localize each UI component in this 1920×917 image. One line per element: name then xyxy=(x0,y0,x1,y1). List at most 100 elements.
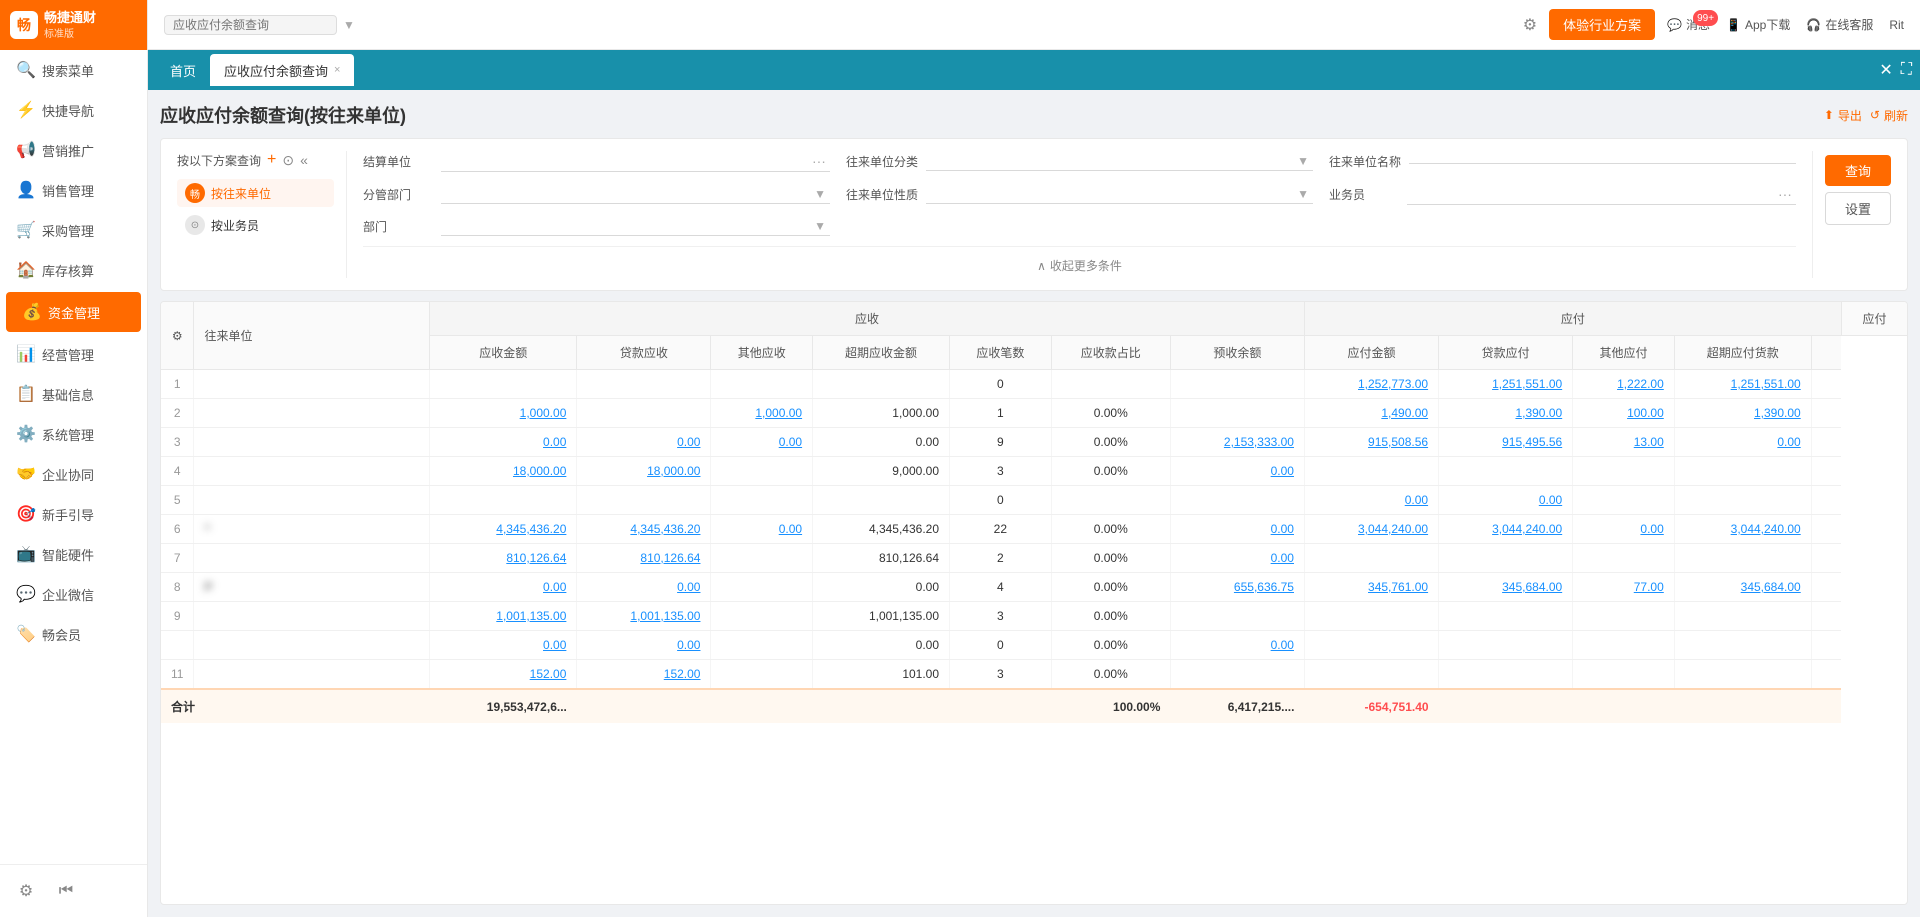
row-ap-amount[interactable] xyxy=(1304,660,1438,690)
row-ap-loan[interactable] xyxy=(1439,660,1573,690)
row-ar-amount[interactable]: 1,001,135.00 xyxy=(430,602,577,631)
sidebar-item-finance[interactable]: 💰 资金管理 xyxy=(6,292,141,332)
filter-by-salesman[interactable]: ⊙ 按业务员 xyxy=(177,211,334,239)
salesman-input[interactable]: ··· xyxy=(1407,184,1796,205)
row-ap-loan[interactable]: 0.00 xyxy=(1439,486,1573,515)
row-ar-amount[interactable]: 810,126.64 xyxy=(430,544,577,573)
row-ap-amount[interactable]: 345,761.00 xyxy=(1304,573,1438,602)
row-ar-other[interactable] xyxy=(711,486,813,515)
sidebar-item-corp[interactable]: 🤝 企业协同 xyxy=(0,454,147,494)
row-ap-other[interactable] xyxy=(1573,486,1675,515)
row-ap-loan[interactable]: 1,251,551.00 xyxy=(1439,370,1573,399)
row-ap-amount[interactable] xyxy=(1304,631,1438,660)
row-ap-amount[interactable]: 0.00 xyxy=(1304,486,1438,515)
row-ar-other[interactable]: 0.00 xyxy=(711,515,813,544)
row-ar-prepaid[interactable]: 655,636.75 xyxy=(1170,573,1304,602)
settings-col-header[interactable]: ⚙ xyxy=(161,302,194,370)
promo-button[interactable]: 体验行业方案 xyxy=(1549,9,1655,40)
filter-by-unit[interactable]: 畅 按往来单位 xyxy=(177,179,334,207)
row-ap-loan[interactable]: 915,495.56 xyxy=(1439,428,1573,457)
row-ar-loan[interactable]: 810,126.64 xyxy=(577,544,711,573)
row-ar-amount[interactable]: 4,345,436.20 xyxy=(430,515,577,544)
row-ar-amount[interactable]: 152.00 xyxy=(430,660,577,690)
row-ar-amount[interactable]: 0.00 xyxy=(430,428,577,457)
sidebar-item-wechat[interactable]: 💬 企业微信 xyxy=(0,574,147,614)
row-ap-other[interactable]: 13.00 xyxy=(1573,428,1675,457)
app-download-button[interactable]: 📱 App下载 xyxy=(1726,16,1790,33)
topbar-gear-icon[interactable]: ⚙ xyxy=(1523,15,1537,35)
row-ap-overdue[interactable] xyxy=(1674,457,1811,486)
message-button[interactable]: 💬 消息 99+ xyxy=(1667,16,1710,33)
row-ar-other[interactable] xyxy=(711,660,813,690)
row-ap-amount[interactable] xyxy=(1304,457,1438,486)
row-ar-amount[interactable]: 1,000.00 xyxy=(430,399,577,428)
sidebar-item-quick[interactable]: ⚡ 快捷导航 xyxy=(0,90,147,130)
sidebar-item-sales[interactable]: 👤 销售管理 xyxy=(0,170,147,210)
row-ar-prepaid[interactable] xyxy=(1170,660,1304,690)
row-ar-other[interactable] xyxy=(711,602,813,631)
row-ar-prepaid[interactable]: 0.00 xyxy=(1170,544,1304,573)
row-ar-other[interactable]: 1,000.00 xyxy=(711,399,813,428)
row-ar-prepaid[interactable] xyxy=(1170,370,1304,399)
row-ap-amount[interactable]: 915,508.56 xyxy=(1304,428,1438,457)
row-ar-loan[interactable] xyxy=(577,370,711,399)
row-ap-overdue[interactable] xyxy=(1674,660,1811,690)
row-ap-other[interactable] xyxy=(1573,602,1675,631)
sidebar-item-basic[interactable]: 📋 基础信息 xyxy=(0,374,147,414)
row-ar-prepaid[interactable]: 0.00 xyxy=(1170,515,1304,544)
row-ap-overdue[interactable]: 1,251,551.00 xyxy=(1674,370,1811,399)
row-ap-overdue[interactable]: 0.00 xyxy=(1674,428,1811,457)
row-ap-overdue[interactable] xyxy=(1674,631,1811,660)
row-ar-prepaid[interactable] xyxy=(1170,602,1304,631)
row-ar-prepaid[interactable]: 0.00 xyxy=(1170,631,1304,660)
row-ar-loan[interactable]: 4,345,436.20 xyxy=(577,515,711,544)
row-ap-overdue[interactable]: 3,044,240.00 xyxy=(1674,515,1811,544)
row-ap-amount[interactable] xyxy=(1304,544,1438,573)
row-ar-other[interactable] xyxy=(711,370,813,399)
row-ap-overdue[interactable] xyxy=(1674,544,1811,573)
row-ap-amount[interactable]: 1,252,773.00 xyxy=(1304,370,1438,399)
sidebar-item-inventory[interactable]: 🏠 库存核算 xyxy=(0,250,147,290)
total-ar-amount[interactable]: 19,553,472,6... xyxy=(430,689,577,723)
row-ap-other[interactable] xyxy=(1573,631,1675,660)
refresh-button[interactable]: ↺ 刷新 xyxy=(1870,107,1908,124)
row-ar-other[interactable] xyxy=(711,631,813,660)
row-ar-other[interactable] xyxy=(711,544,813,573)
total-ar-prepaid[interactable]: 6,417,215.... xyxy=(1170,689,1304,723)
sidebar-item-search[interactable]: 🔍 搜索菜单 xyxy=(0,50,147,90)
row-ap-amount[interactable]: 3,044,240.00 xyxy=(1304,515,1438,544)
tab-home[interactable]: 首页 xyxy=(156,54,210,86)
sidebar-settings-button[interactable]: ⚙ xyxy=(10,875,42,907)
row-ap-other[interactable]: 77.00 xyxy=(1573,573,1675,602)
row-ap-loan[interactable]: 345,684.00 xyxy=(1439,573,1573,602)
row-ap-loan[interactable]: 1,390.00 xyxy=(1439,399,1573,428)
row-ar-prepaid[interactable] xyxy=(1170,399,1304,428)
unit-nature-input[interactable]: ▼ xyxy=(926,185,1313,204)
row-ap-overdue[interactable]: 1,390.00 xyxy=(1674,399,1811,428)
breadcrumb-input[interactable] xyxy=(164,15,337,35)
sidebar-item-purchase[interactable]: 🛒 采购管理 xyxy=(0,210,147,250)
query-button[interactable]: 查询 xyxy=(1825,155,1891,186)
row-ar-loan[interactable] xyxy=(577,399,711,428)
row-ap-other[interactable]: 0.00 xyxy=(1573,515,1675,544)
row-ar-loan[interactable]: 152.00 xyxy=(577,660,711,690)
dept-input[interactable]: ▼ xyxy=(441,217,830,236)
row-ar-amount[interactable]: 18,000.00 xyxy=(430,457,577,486)
row-ap-overdue[interactable]: 345,684.00 xyxy=(1674,573,1811,602)
row-ar-amount[interactable]: 0.00 xyxy=(430,573,577,602)
user-menu[interactable]: Rit xyxy=(1889,18,1904,32)
row-ar-amount[interactable] xyxy=(430,486,577,515)
row-ap-loan[interactable]: 3,044,240.00 xyxy=(1439,515,1573,544)
row-ar-other[interactable]: 0.00 xyxy=(711,428,813,457)
filter-collapse-icon[interactable]: « xyxy=(300,152,308,168)
row-ar-amount[interactable] xyxy=(430,370,577,399)
sidebar-item-management[interactable]: 📊 经营管理 xyxy=(0,334,147,374)
row-ar-loan[interactable] xyxy=(577,486,711,515)
row-ap-overdue[interactable] xyxy=(1674,602,1811,631)
row-ap-loan[interactable] xyxy=(1439,631,1573,660)
row-ap-other[interactable]: 100.00 xyxy=(1573,399,1675,428)
row-ar-loan[interactable]: 0.00 xyxy=(577,428,711,457)
row-ar-loan[interactable]: 18,000.00 xyxy=(577,457,711,486)
sidebar-item-hardware[interactable]: 📺 智能硬件 xyxy=(0,534,147,574)
export-button[interactable]: ⬆ 导出 xyxy=(1824,107,1862,124)
